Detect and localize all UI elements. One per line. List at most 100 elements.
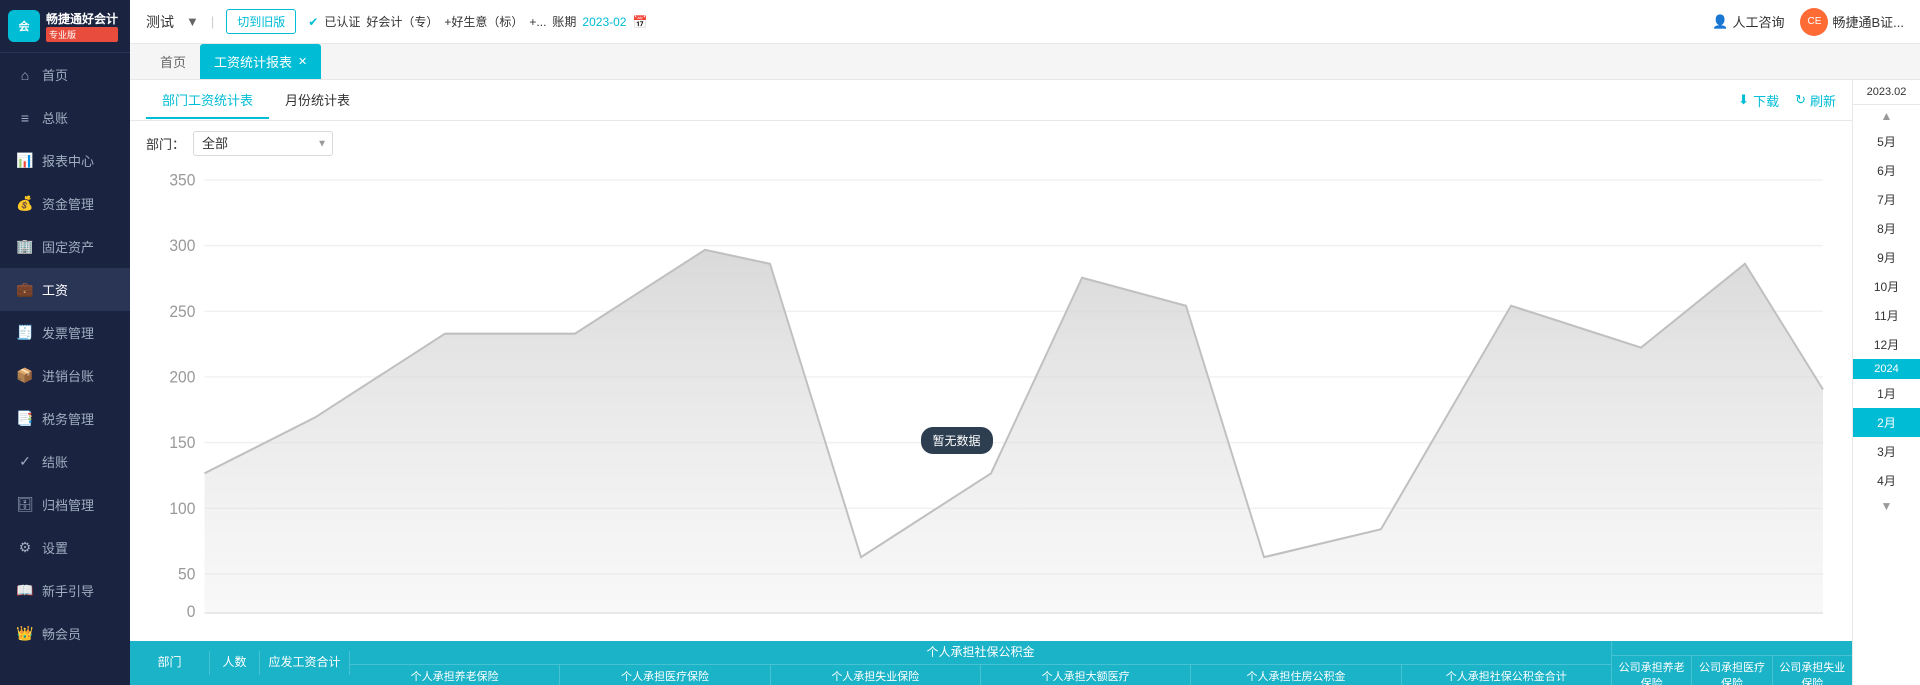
- sub-tabs: 部门工资统计表 月份统计表: [146, 80, 366, 120]
- sidebar-item-salary[interactable]: 💼 工资: [0, 268, 130, 311]
- trade-icon: 📦: [16, 367, 34, 384]
- col-personal-total: 个人承担社保公积金合计: [1402, 665, 1611, 685]
- sidebar-logo: 会 畅捷通好会计 专业版: [0, 0, 130, 53]
- dept-select-wrapper: 全部 财务部 销售部 技术部 ▼: [193, 131, 333, 156]
- date-month-feb[interactable]: 2月: [1853, 408, 1920, 437]
- sidebar-item-trade[interactable]: 📦 进销台账: [0, 354, 130, 397]
- sub-tab-dept[interactable]: 部门工资统计表: [146, 82, 269, 119]
- good-account-label: 好会计（专）: [366, 13, 438, 30]
- guide-icon: 📖: [16, 582, 34, 599]
- sidebar-label-reports: 报表中心: [42, 151, 94, 170]
- user-info[interactable]: CE 畅捷通B证...: [1800, 8, 1904, 36]
- more-label: +...: [529, 15, 546, 29]
- content-area: 部门工资统计表 月份统计表 ⬇ 下载 ↻ 刷新: [130, 80, 1920, 685]
- svg-text:150: 150: [169, 434, 195, 453]
- settle-icon: ✓: [16, 453, 34, 470]
- company-group-children: 公司承担养老保险 公司承担医疗保险 公司承担失业保险: [1612, 656, 1852, 685]
- date-month-7[interactable]: 7月: [1853, 185, 1920, 214]
- sidebar-item-settings[interactable]: ⚙ 设置: [0, 526, 130, 569]
- ledger-icon: ≡: [16, 110, 34, 126]
- sidebar-label-ledger: 总账: [42, 108, 68, 127]
- switch-old-btn[interactable]: 切到旧版: [226, 9, 296, 34]
- sidebar-label-tax: 税务管理: [42, 409, 94, 428]
- support-btn[interactable]: 👤 人工咨询: [1712, 12, 1784, 31]
- app-logo-text: 畅捷通好会计 专业版: [46, 10, 118, 42]
- toolbar: 部门： 全部 财务部 销售部 技术部 ▼: [130, 121, 1852, 166]
- date-month-11[interactable]: 11月: [1853, 301, 1920, 330]
- tab-home-label: 首页: [160, 52, 186, 71]
- sidebar-label-assets: 固定资产: [42, 237, 94, 256]
- sidebar-label-home: 首页: [42, 65, 68, 84]
- invoice-icon: 🧾: [16, 324, 34, 341]
- dept-select[interactable]: 全部 财务部 销售部 技术部: [193, 131, 333, 156]
- tab-close-icon[interactable]: ✕: [298, 55, 307, 68]
- content-main: 部门工资统计表 月份统计表 ⬇ 下载 ↻ 刷新: [130, 80, 1852, 685]
- sub-tab-monthly[interactable]: 月份统计表: [269, 82, 366, 119]
- sidebar-item-guide[interactable]: 📖 新手引导: [0, 569, 130, 612]
- tab-salary-report[interactable]: 工资统计报表 ✕: [200, 44, 321, 79]
- sub-tab-dept-label: 部门工资统计表: [162, 93, 253, 108]
- col-company-medical: 公司承担医疗保险: [1692, 656, 1772, 685]
- sidebar-item-assets[interactable]: 🏢 固定资产: [0, 225, 130, 268]
- sidebar-item-archive[interactable]: 🗄 归档管理: [0, 483, 130, 526]
- date-month-10[interactable]: 10月: [1853, 272, 1920, 301]
- company-title: 测试: [146, 12, 174, 32]
- main-area: 测试 ▼ | 切到旧版 ✔ 已认证 好会计（专） +好生意（标） +... 账期…: [130, 0, 1920, 685]
- header-divider1: |: [211, 14, 214, 29]
- salary-icon: 💼: [16, 281, 34, 298]
- calendar-icon[interactable]: 📅: [632, 15, 647, 29]
- sidebar-item-ledger[interactable]: ≡ 总账: [0, 96, 130, 139]
- col-personal-major-medical: 个人承担大额医疗: [981, 665, 1191, 685]
- col-personal-unemploy: 个人承担失业保险: [771, 665, 981, 685]
- sidebar-item-member[interactable]: 👑 畅会员: [0, 612, 130, 655]
- period-label: 账期: [552, 13, 576, 30]
- sidebar-item-tax[interactable]: 📑 税务管理: [0, 397, 130, 440]
- download-icon: ⬇: [1738, 92, 1749, 108]
- date-month-8[interactable]: 8月: [1853, 214, 1920, 243]
- table-header: 部门 人数 应发工资合计 个人承担社保公积金 个人承担养老保险 个人承担医疗保险…: [130, 641, 1852, 685]
- date-month-6[interactable]: 6月: [1853, 156, 1920, 185]
- date-month-12[interactable]: 12月: [1853, 330, 1920, 359]
- toolbar-right: ⬇ 下载 ↻ 刷新: [1738, 91, 1836, 110]
- sidebar: 会 畅捷通好会计 专业版 ⌂ 首页 ≡ 总账 📊 报表中心 💰 资金管理 🏢 固…: [0, 0, 130, 685]
- sidebar-label-archive: 归档管理: [42, 495, 94, 514]
- svg-text:50: 50: [178, 565, 195, 584]
- date-panel-header: 2023.02: [1853, 80, 1920, 105]
- date-month-mar[interactable]: 3月: [1853, 437, 1920, 466]
- sidebar-label-settings: 设置: [42, 538, 68, 557]
- support-icon: 👤: [1712, 14, 1728, 30]
- period-value: 2023-02: [582, 15, 626, 29]
- top-header: 测试 ▼ | 切到旧版 ✔ 已认证 好会计（专） +好生意（标） +... 账期…: [130, 0, 1920, 44]
- sidebar-item-home[interactable]: ⌂ 首页: [0, 53, 130, 96]
- date-month-jan[interactable]: 1月: [1853, 379, 1920, 408]
- chart-area: 350 300 250 200 150 100 50 0: [130, 166, 1852, 641]
- date-month-9[interactable]: 9月: [1853, 243, 1920, 272]
- sidebar-item-settle[interactable]: ✓ 结账: [0, 440, 130, 483]
- svg-text:350: 350: [169, 171, 195, 190]
- col-personal-pension: 个人承担养老保险: [350, 665, 560, 685]
- app-logo-icon: 会: [8, 10, 40, 42]
- sidebar-label-trade: 进销台账: [42, 366, 94, 385]
- col-dept: 部门: [130, 651, 210, 675]
- date-nav-down[interactable]: ▼: [1853, 495, 1920, 517]
- svg-text:200: 200: [169, 368, 195, 387]
- reports-icon: 📊: [16, 152, 34, 169]
- user-avatar: CE: [1800, 8, 1828, 36]
- col-personal-housing: 个人承担住房公积金: [1191, 665, 1401, 685]
- sidebar-item-funds[interactable]: 💰 资金管理: [0, 182, 130, 225]
- sidebar-item-invoice[interactable]: 🧾 发票管理: [0, 311, 130, 354]
- tab-home[interactable]: 首页: [146, 44, 200, 79]
- area-chart-svg: 350 300 250 200 150 100 50 0: [146, 166, 1836, 641]
- download-btn[interactable]: ⬇ 下载: [1738, 91, 1779, 110]
- date-month-apr[interactable]: 4月: [1853, 466, 1920, 495]
- sidebar-item-reports[interactable]: 📊 报表中心: [0, 139, 130, 182]
- col-company-pension: 公司承担养老保险: [1612, 656, 1692, 685]
- date-nav-up[interactable]: ▲: [1853, 105, 1920, 127]
- refresh-btn[interactable]: ↻ 刷新: [1795, 91, 1836, 110]
- sidebar-label-funds: 资金管理: [42, 194, 94, 213]
- sidebar-label-invoice: 发票管理: [42, 323, 94, 342]
- date-month-5[interactable]: 5月: [1853, 127, 1920, 156]
- company-dropdown[interactable]: ▼: [186, 14, 199, 29]
- col-people: 人数: [210, 651, 260, 675]
- sidebar-label-guide: 新手引导: [42, 581, 94, 600]
